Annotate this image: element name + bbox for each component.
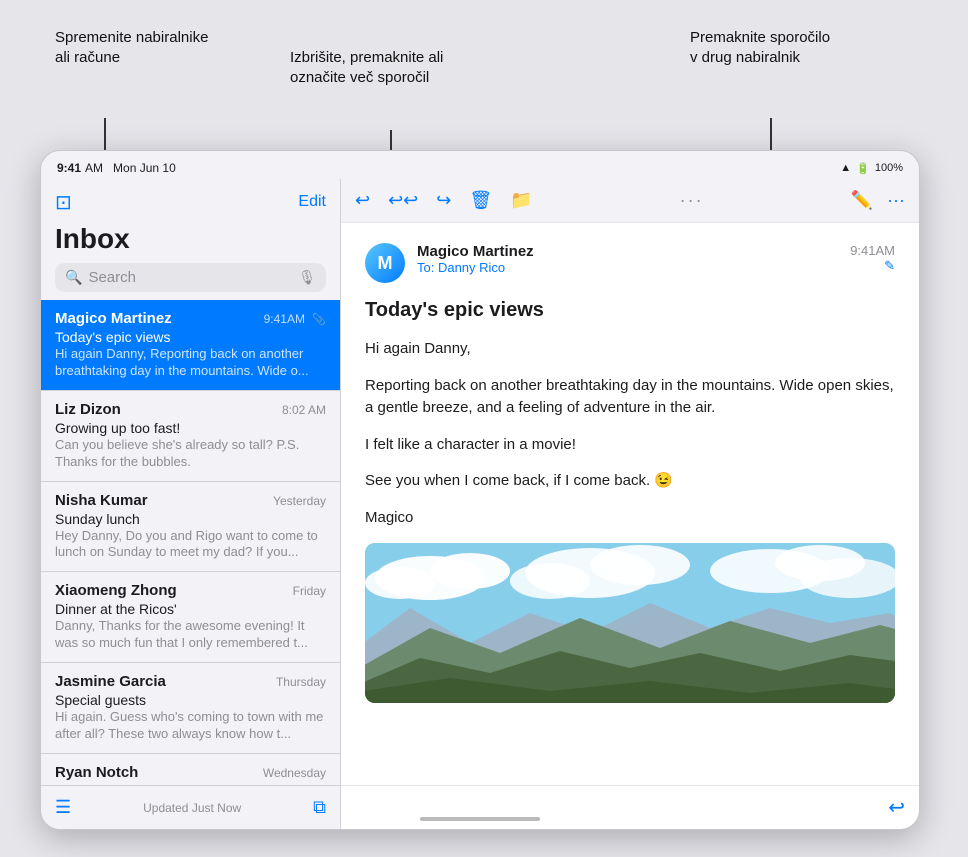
- annotation-move-message: Premaknite sporočilo v drug nabiralnik: [690, 28, 930, 69]
- search-bar[interactable]: 🔍 Search 🎙: [55, 263, 326, 292]
- email-body-paragraph: Hi again Danny,: [365, 338, 895, 361]
- reply-bottom-icon[interactable]: ↩: [888, 795, 905, 820]
- search-placeholder: Search: [88, 269, 292, 286]
- email-edit-link[interactable]: ✎: [850, 258, 895, 274]
- annotation-bulk-actions: Izbrišite, premaknite ali označite več s…: [290, 48, 510, 89]
- email-to[interactable]: To: Danny Rico: [417, 260, 838, 275]
- sidebar-toggle-icon[interactable]: ⊡: [55, 190, 72, 215]
- email-list-item[interactable]: Jasmine Garcia Thursday Special guests H…: [41, 663, 340, 754]
- email-subject-heading: Today's epic views: [365, 299, 895, 322]
- email-body-paragraph: See you when I come back, if I come back…: [365, 470, 895, 493]
- forward-icon[interactable]: ↪: [436, 190, 451, 211]
- email-body: Hi again Danny, Reporting back on another…: [365, 338, 895, 529]
- filter-icon[interactable]: ☰: [55, 797, 71, 818]
- status-ampm: AM: [85, 161, 103, 175]
- battery-icon: 🔋: [856, 162, 870, 175]
- folder-icon[interactable]: 📁: [510, 190, 532, 211]
- updated-text: Updated Just Now: [143, 801, 241, 815]
- email-list-item[interactable]: Nisha Kumar Yesterday Sunday lunch Hey D…: [41, 482, 340, 573]
- status-time: 9:41: [57, 161, 81, 175]
- right-bottom-bar: ↩: [341, 785, 919, 829]
- annotation-mailboxes: Spremenite nabiralnike ali račune: [55, 28, 230, 69]
- inbox-title: Inbox: [41, 223, 340, 263]
- left-panel: ⊡ Edit Inbox 🔍 Search 🎙 Magico Martinez …: [41, 179, 341, 829]
- right-panel: ↩ ↩↩ ↪ 🗑 📁 ··· ✏️ ··· M Magico Martinez: [341, 179, 919, 829]
- mic-icon: 🎙: [298, 269, 316, 286]
- toolbar-left-icons: ↩ ↩↩ ↪ 🗑 📁: [355, 190, 533, 211]
- right-toolbar: ↩ ↩↩ ↪ 🗑 📁 ··· ✏️ ···: [341, 179, 919, 223]
- email-header-row: M Magico Martinez To: Danny Rico 9:41AM …: [365, 243, 895, 283]
- edit-button[interactable]: Edit: [298, 193, 326, 211]
- more-dots-center: ···: [680, 190, 704, 211]
- email-content: M Magico Martinez To: Danny Rico 9:41AM …: [341, 223, 919, 785]
- status-bar: 9:41 AM Mon Jun 10 ▲ 🔋 100%: [41, 151, 919, 179]
- email-list: Magico Martinez 9:41AM 📎 Today's epic vi…: [41, 300, 340, 785]
- email-list-item[interactable]: Liz Dizon 8:02 AM Growing up too fast! C…: [41, 391, 340, 482]
- toolbar-right-icons: ✏️ ···: [851, 190, 905, 211]
- email-list-item[interactable]: Magico Martinez 9:41AM 📎 Today's epic vi…: [41, 300, 340, 391]
- status-icons: ▲ 🔋 100%: [840, 162, 903, 175]
- home-indicator: [420, 817, 540, 821]
- email-received-time: 9:41AM: [850, 243, 895, 258]
- email-from: Magico Martinez: [417, 243, 838, 260]
- email-body-paragraph: Reporting back on another breathtaking d…: [365, 375, 895, 420]
- email-attachment-image: [365, 543, 895, 703]
- wifi-icon: ▲: [840, 162, 851, 174]
- reply-icon[interactable]: ↩: [355, 190, 370, 211]
- copy-icon[interactable]: ⧉: [313, 797, 326, 818]
- battery-level: 100%: [875, 162, 903, 174]
- overflow-icon[interactable]: ···: [887, 190, 905, 211]
- email-list-item[interactable]: Ryan Notch Wednesday Out of town Howdy, …: [41, 754, 340, 785]
- ipad-frame: 9:41 AM Mon Jun 10 ▲ 🔋 100% ⊡ Edit Inbox…: [40, 150, 920, 830]
- left-bottom-bar: ☰ Updated Just Now ⧉: [41, 785, 340, 829]
- compose-icon[interactable]: ✏️: [851, 190, 873, 211]
- search-icon: 🔍: [65, 269, 82, 286]
- email-body-paragraph: Magico: [365, 507, 895, 530]
- email-body-paragraph: I felt like a character in a movie!: [365, 434, 895, 457]
- sender-avatar: M: [365, 243, 405, 283]
- left-toolbar: ⊡ Edit: [41, 179, 340, 223]
- trash-icon[interactable]: 🗑: [469, 190, 492, 211]
- reply-all-icon[interactable]: ↩↩: [388, 190, 418, 211]
- email-list-item[interactable]: Xiaomeng Zhong Friday Dinner at the Rico…: [41, 572, 340, 663]
- status-date: Mon Jun 10: [113, 161, 176, 175]
- email-meta: Magico Martinez To: Danny Rico: [417, 243, 838, 275]
